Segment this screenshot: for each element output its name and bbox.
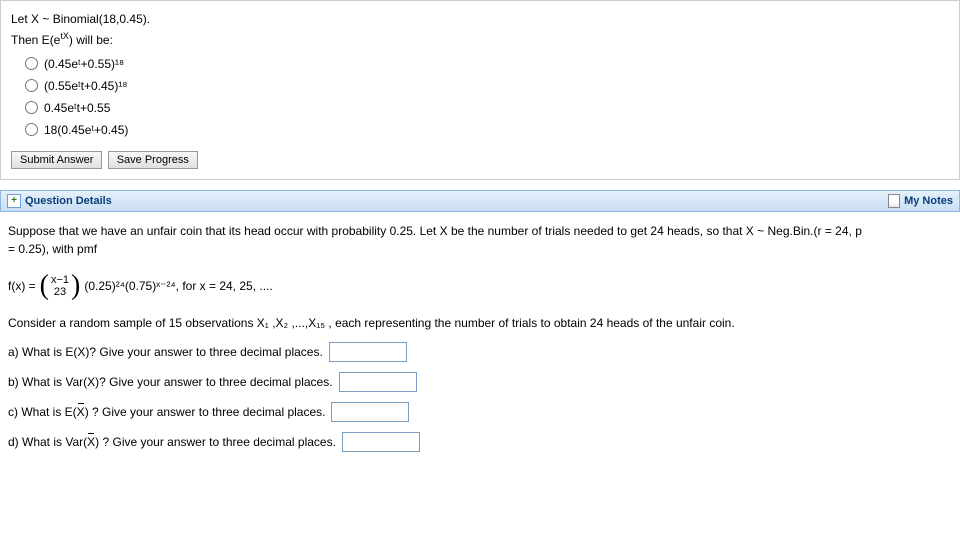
q2-part-a: a) What is E(X)? Give your answer to thr…: [8, 342, 952, 362]
plus-icon: +: [7, 194, 21, 208]
q2-intro-a: Suppose that we have an unfair coin that…: [8, 224, 862, 238]
q2-d-input[interactable]: [342, 432, 420, 452]
q1-prompt-text: Then E(e: [11, 33, 60, 47]
save-progress-button[interactable]: Save Progress: [108, 151, 198, 169]
binom-inner: x−1 23: [49, 274, 71, 298]
q1-option: (0.45eᵗ+0.55)¹⁸: [25, 57, 949, 71]
right-paren-icon: ): [71, 272, 80, 300]
q2-consider: Consider a random sample of 15 observati…: [8, 314, 952, 332]
x-bar-symbol: X: [77, 403, 85, 421]
q2-c-label: c) What is E(X) ? Give your answer to th…: [8, 403, 325, 421]
q1-prompt-sup: tX: [60, 31, 69, 41]
q2-intro-b: = 0.25), with pmf: [8, 242, 97, 256]
q2-d-pre: d) What is Var(: [8, 435, 87, 449]
q2-c-pre: c) What is E(: [8, 405, 77, 419]
binomial-coefficient: ( x−1 23 ): [40, 272, 81, 300]
q1-radio-0[interactable]: [25, 57, 38, 70]
q2-part-b: b) What is Var(X)? Give your answer to t…: [8, 372, 952, 392]
q1-option-label: (0.55eᵗt+0.45)¹⁸: [44, 79, 127, 93]
q2-intro: Suppose that we have an unfair coin that…: [8, 222, 952, 258]
q2-d-label: d) What is Var(X) ? Give your answer to …: [8, 433, 336, 451]
q2-c-input[interactable]: [331, 402, 409, 422]
question2-body: Suppose that we have an unfair coin that…: [0, 212, 960, 472]
q2-a-label: a) What is E(X)? Give your answer to thr…: [8, 343, 323, 361]
q1-radio-1[interactable]: [25, 79, 38, 92]
q2-pmf-formula: f(x) = ( x−1 23 ) (0.25)²⁴(0.75)ˣ⁻²⁴, fo…: [8, 272, 952, 300]
q1-option-label: (0.45eᵗ+0.55)¹⁸: [44, 57, 124, 71]
q1-premise: Let X ~ Binomial(18,0.45).: [11, 11, 949, 28]
q1-prompt: Then E(etX) will be:: [11, 30, 949, 49]
q2-a-input[interactable]: [329, 342, 407, 362]
question-details-bar: + Question Details My Notes: [0, 190, 960, 212]
q1-option: 0.45eᵗt+0.55: [25, 101, 949, 115]
question1-box: Let X ~ Binomial(18,0.45). Then E(etX) w…: [0, 0, 960, 180]
question-details-label: Question Details: [25, 195, 112, 207]
q2-c-post: ) ? Give your answer to three decimal pl…: [85, 405, 326, 419]
q1-radio-2[interactable]: [25, 101, 38, 114]
binom-bottom: 23: [54, 286, 66, 298]
q1-option: (0.55eᵗt+0.45)¹⁸: [25, 79, 949, 93]
note-icon: [888, 194, 900, 208]
q2-b-input[interactable]: [339, 372, 417, 392]
x-bar-symbol: X: [87, 433, 95, 451]
left-paren-icon: (: [40, 272, 49, 300]
q2-part-d: d) What is Var(X) ? Give your answer to …: [8, 432, 952, 452]
q2-fx-lhs: f(x) =: [8, 277, 36, 295]
my-notes-label: My Notes: [904, 195, 953, 207]
q1-option-label: 18(0.45eᵗ+0.45): [44, 123, 128, 137]
submit-answer-button[interactable]: Submit Answer: [11, 151, 102, 169]
q1-option-label: 0.45eᵗt+0.55: [44, 101, 110, 115]
binom-top: x−1: [51, 274, 69, 286]
q2-fx-rhs: (0.25)²⁴(0.75)ˣ⁻²⁴, for x = 24, 25, ....: [84, 277, 272, 295]
q2-part-c: c) What is E(X) ? Give your answer to th…: [8, 402, 952, 422]
q1-option: 18(0.45eᵗ+0.45): [25, 123, 949, 137]
q1-radio-3[interactable]: [25, 123, 38, 136]
q2-b-label: b) What is Var(X)? Give your answer to t…: [8, 373, 333, 391]
question-details-toggle[interactable]: + Question Details: [7, 194, 112, 208]
q2-d-post: ) ? Give your answer to three decimal pl…: [95, 435, 336, 449]
q1-prompt-end: ) will be:: [69, 33, 113, 47]
my-notes-link[interactable]: My Notes: [888, 194, 953, 208]
q1-buttons: Submit Answer Save Progress: [11, 151, 949, 169]
section-divider: [0, 179, 960, 190]
q1-options: (0.45eᵗ+0.55)¹⁸ (0.55eᵗt+0.45)¹⁸ 0.45eᵗt…: [11, 57, 949, 137]
